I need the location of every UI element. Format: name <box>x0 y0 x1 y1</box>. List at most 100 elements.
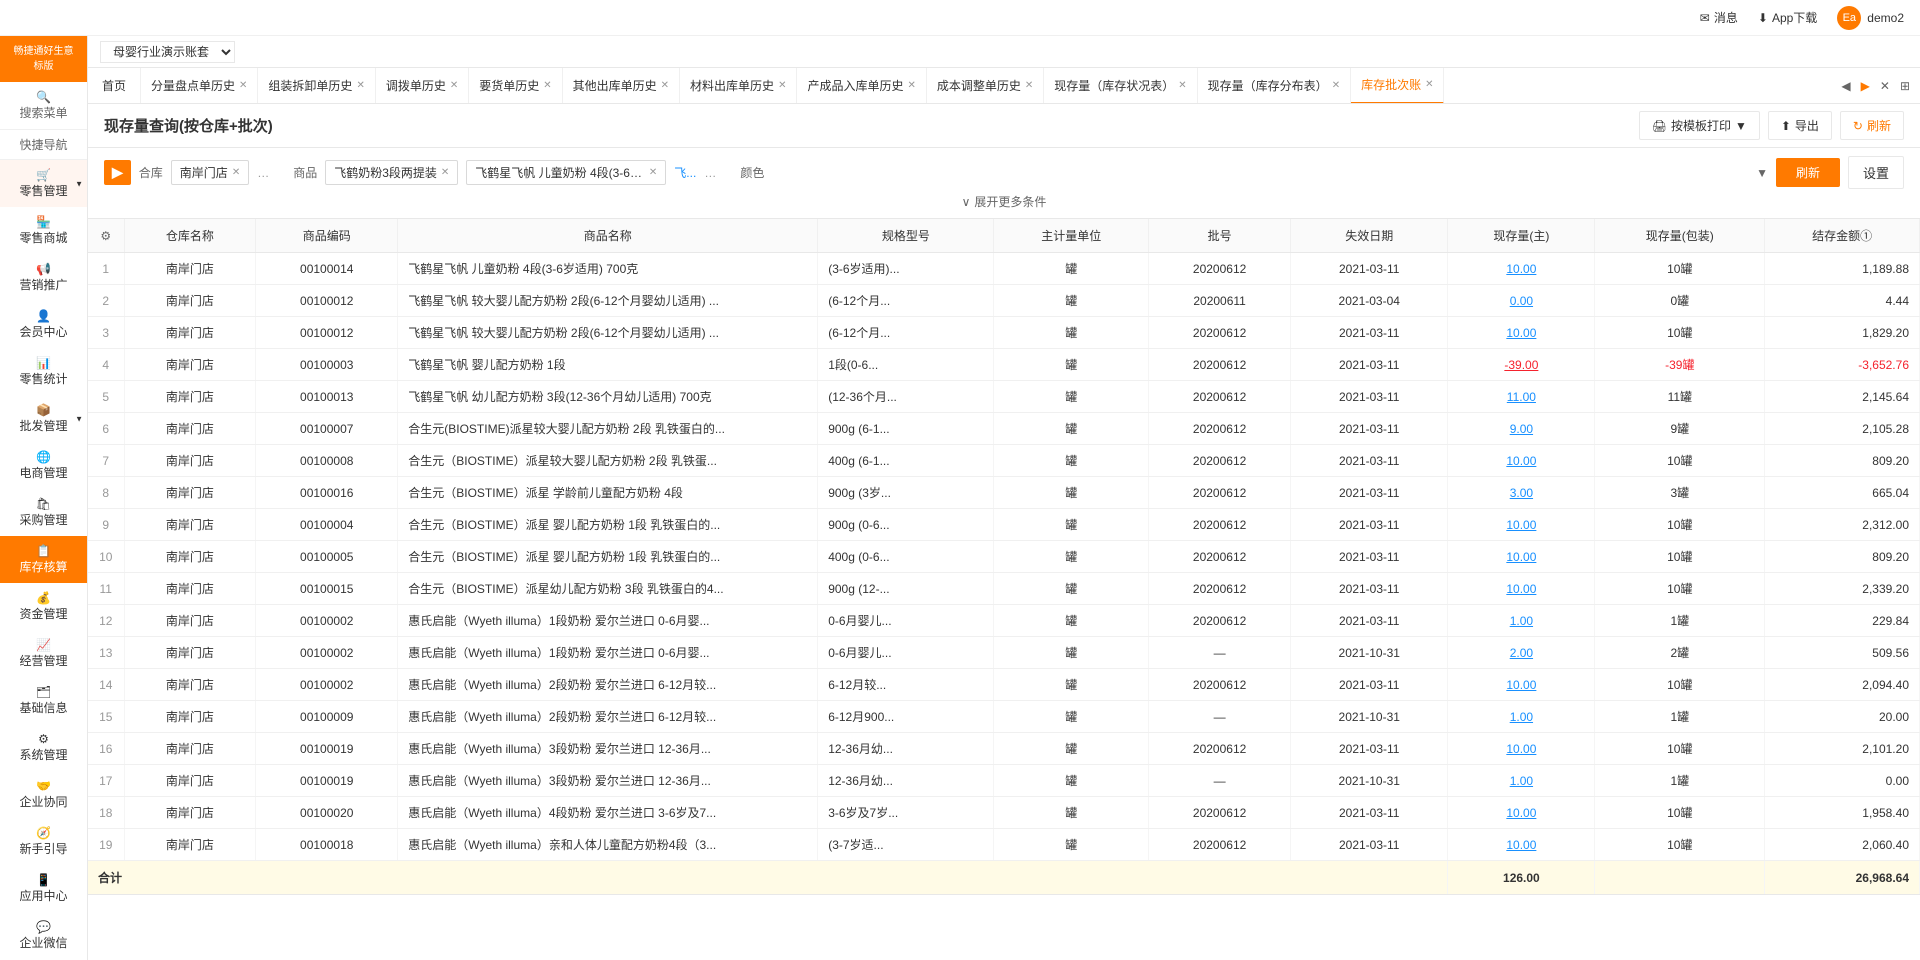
sidebar-item-system[interactable]: ⚙系统管理 <box>0 724 87 771</box>
row-qty-main[interactable]: 10.00 <box>1448 509 1595 541</box>
sidebar-item-wechat[interactable]: 💬企业微信 <box>0 912 87 959</box>
account-selector[interactable]: 母婴行业演示账套 <box>100 41 235 63</box>
row-warehouse: 南岸门店 <box>124 541 256 573</box>
row-qty-main[interactable]: 3.00 <box>1448 477 1595 509</box>
tab-cost-adjust-close[interactable]: ✕ <box>1025 80 1033 91</box>
row-qty-main[interactable]: 10.00 <box>1448 445 1595 477</box>
tab-split-history-close[interactable]: ✕ <box>239 80 247 91</box>
tab-product-in[interactable]: 产成品入库单历史✕ <box>797 68 926 104</box>
tab-batch-account[interactable]: 库存批次账✕ <box>1351 68 1444 104</box>
sidebar-search[interactable]: 🔍 搜索菜单 <box>0 82 87 130</box>
row-name: 合生元（BIOSTIME）派星较大婴儿配方奶粉 2段 乳铁蛋... <box>398 445 818 477</box>
sidebar-item-store[interactable]: 🏪零售商城 <box>0 207 87 254</box>
product-more[interactable]: 飞... <box>674 164 696 181</box>
row-qty-main[interactable]: 11.00 <box>1448 381 1595 413</box>
app-download-button[interactable]: ⬇ App下载 <box>1758 9 1817 26</box>
sidebar-item-marketing[interactable]: 📢营销推广 <box>0 254 87 301</box>
warehouse-tag-close[interactable]: ✕ <box>232 167 240 178</box>
warehouse-filter-tag[interactable]: 南岸门店 ✕ <box>171 160 249 185</box>
quick-nav[interactable]: 快捷导航 <box>0 130 87 160</box>
col-setting[interactable]: ⚙ <box>88 219 124 253</box>
tab-split-history[interactable]: 分量盘点单历史✕ <box>141 68 258 104</box>
row-qty-main[interactable]: 10.00 <box>1448 317 1595 349</box>
row-qty-main[interactable]: 1.00 <box>1448 605 1595 637</box>
row-qty-main[interactable]: 10.00 <box>1448 797 1595 829</box>
row-qty-main[interactable]: 10.00 <box>1448 669 1595 701</box>
messages-button[interactable]: ✉ 消息 <box>1700 9 1738 26</box>
tab-order-history-close[interactable]: ✕ <box>543 80 551 91</box>
warehouse-more[interactable]: … <box>257 166 269 180</box>
tab-material-out[interactable]: 材料出库单历史✕ <box>680 68 797 104</box>
row-qty-pack: 10罐 <box>1595 797 1765 829</box>
tab-inv-status-close[interactable]: ✕ <box>1178 80 1186 91</box>
sidebar-item-enterprise[interactable]: 🤝企业协同 <box>0 771 87 818</box>
sidebar-item-operation[interactable]: 📈经营管理 <box>0 630 87 677</box>
row-amount: 809.20 <box>1765 541 1920 573</box>
sidebar-item-ecommerce[interactable]: 🌐电商管理 <box>0 442 87 489</box>
tab-home[interactable]: 首页 <box>88 68 141 104</box>
tab-other-out-history[interactable]: 其他出库单历史✕ <box>563 68 680 104</box>
tab-inv-dist-close[interactable]: ✕ <box>1332 80 1340 91</box>
tab-assemble-history-close[interactable]: ✕ <box>356 80 364 91</box>
template-print-button[interactable]: 🖨 按模板打印 ▼ <box>1639 111 1760 140</box>
product-tag1-close[interactable]: ✕ <box>441 167 449 178</box>
row-seq: 2 <box>88 285 124 317</box>
tab-transfer-history-close[interactable]: ✕ <box>450 80 458 91</box>
query-button[interactable]: 刷新 <box>1776 158 1840 187</box>
row-unit: 罐 <box>994 669 1149 701</box>
tab-inventory-dist[interactable]: 现存量（库存分布表）✕ <box>1198 68 1351 104</box>
row-qty-main[interactable]: 9.00 <box>1448 413 1595 445</box>
product-tag1[interactable]: 飞鹤奶粉3段两提装 ✕ <box>325 160 458 185</box>
setting-button[interactable]: 设置 <box>1848 156 1904 189</box>
sidebar-item-finance[interactable]: 💰资金管理 <box>0 583 87 630</box>
sidebar-item-basic[interactable]: 🗂基础信息 <box>0 677 87 724</box>
tab-transfer-history[interactable]: 调拨单历史✕ <box>376 68 469 104</box>
logo[interactable]: 畅捷通好生意 标版 <box>0 36 87 82</box>
tab-assemble-history[interactable]: 组装拆卸单历史✕ <box>258 68 375 104</box>
tab-product-in-close[interactable]: ✕ <box>907 80 915 91</box>
tab-material-out-close[interactable]: ✕ <box>778 80 786 91</box>
tab-batch-close[interactable]: ✕ <box>1425 79 1433 90</box>
expand-more-button[interactable]: ∨ 展开更多条件 <box>104 189 1904 214</box>
sidebar-item-guide[interactable]: 🧭新手引导 <box>0 818 87 865</box>
tab-nav-arrows: ◀ ▶ ✕ ⊞ <box>1831 77 1920 95</box>
row-qty-main[interactable]: -39.00 <box>1448 349 1595 381</box>
tab-inventory-status[interactable]: 现存量（库存状况表）✕ <box>1044 68 1197 104</box>
row-qty-main[interactable]: 1.00 <box>1448 765 1595 797</box>
row-batch: 20200612 <box>1149 413 1291 445</box>
row-qty-main[interactable]: 10.00 <box>1448 829 1595 861</box>
tab-cost-adjust[interactable]: 成本调整单历史✕ <box>927 68 1044 104</box>
row-qty-pack: 10罐 <box>1595 669 1765 701</box>
sidebar-item-member[interactable]: 👤会员中心 <box>0 301 87 348</box>
product-tag2-close[interactable]: ✕ <box>649 167 657 178</box>
sidebar-item-apps[interactable]: 📱应用中心 <box>0 865 87 912</box>
product-tag2[interactable]: 飞鹤星飞帆 儿童奶粉 4段(3-6岁适用) 700克 ✕ <box>466 160 666 185</box>
sidebar-item-inventory[interactable]: 📋库存核算 <box>0 536 87 583</box>
sidebar-item-wholesale[interactable]: 📦批发管理 ▼ <box>0 395 87 442</box>
sidebar-search-label: 搜索菜单 <box>4 104 83 121</box>
tab-close-all[interactable]: ✕ <box>1876 77 1894 95</box>
row-qty-main[interactable]: 10.00 <box>1448 253 1595 285</box>
tab-order-history[interactable]: 要货单历史✕ <box>469 68 562 104</box>
sidebar-item-retail-stats[interactable]: 📊零售统计 <box>0 348 87 395</box>
export-button[interactable]: ⬆ 导出 <box>1768 111 1832 140</box>
row-qty-main[interactable]: 2.00 <box>1448 637 1595 669</box>
tab-prev-arrow[interactable]: ◀ <box>1837 77 1854 95</box>
sidebar-item-retail[interactable]: 🛒 零售管理 ▼ <box>0 160 87 207</box>
user-menu[interactable]: Ea demo2 <box>1837 6 1904 30</box>
row-spec: (3-7岁适... <box>818 829 994 861</box>
filter-toggle-button[interactable]: ▶ <box>104 160 131 185</box>
sidebar-item-purchase[interactable]: 🛍采购管理 <box>0 489 87 536</box>
row-qty-main[interactable]: 1.00 <box>1448 701 1595 733</box>
tab-next-arrow[interactable]: ▶ <box>1857 77 1874 95</box>
tab-other-out-close[interactable]: ✕ <box>661 80 669 91</box>
row-qty-main[interactable]: 10.00 <box>1448 733 1595 765</box>
product-ellipsis[interactable]: … <box>704 166 716 180</box>
row-qty-main[interactable]: 10.00 <box>1448 541 1595 573</box>
color-dropdown-arrow[interactable]: ▼ <box>1756 166 1768 180</box>
row-qty-main[interactable]: 10.00 <box>1448 573 1595 605</box>
row-qty-main[interactable]: 0.00 <box>1448 285 1595 317</box>
tab-menu[interactable]: ⊞ <box>1896 77 1914 95</box>
row-unit: 罐 <box>994 765 1149 797</box>
refresh-button[interactable]: ↻ 刷新 <box>1840 111 1904 140</box>
